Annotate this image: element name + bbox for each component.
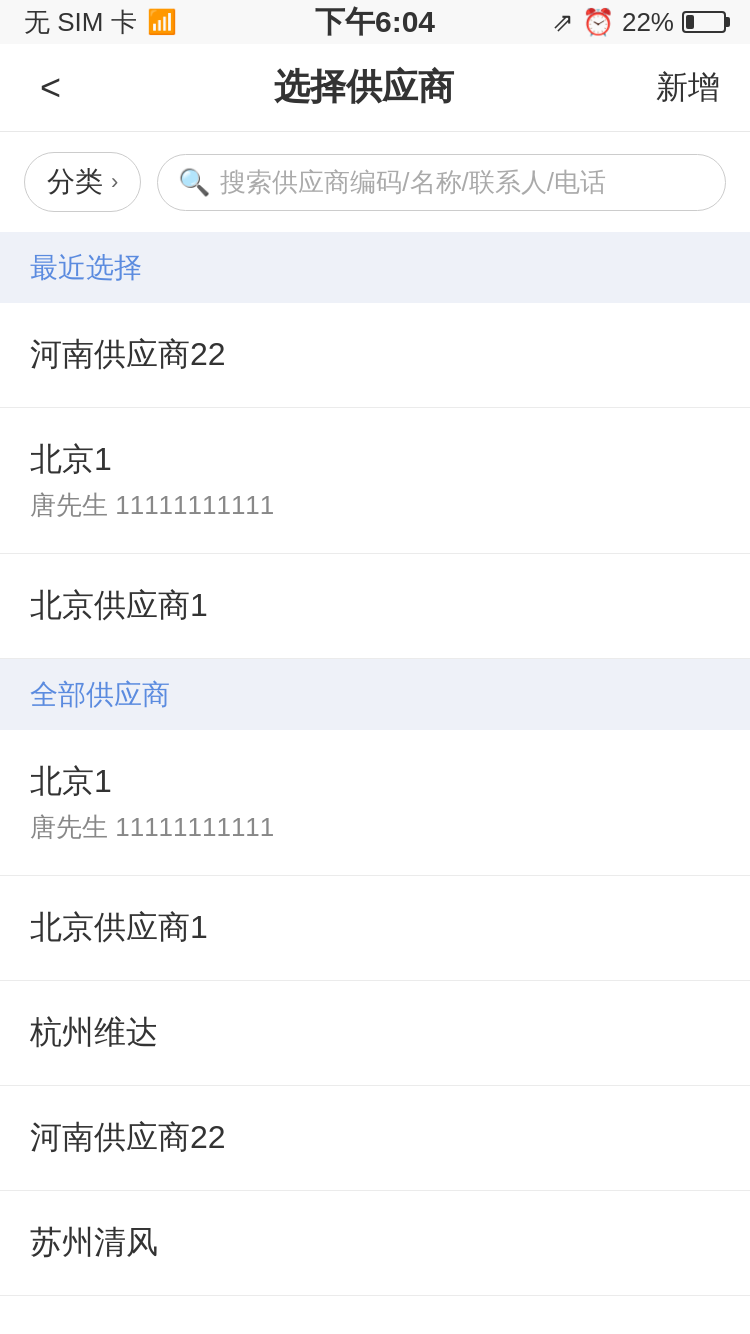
- battery-icon: [682, 11, 726, 33]
- status-left: 无 SIM 卡 📶: [24, 5, 177, 40]
- all-section-label: 全部供应商: [30, 679, 170, 710]
- all-list-item[interactable]: 河南供应商22: [0, 1086, 750, 1191]
- item-name: 北京供应商1: [30, 906, 720, 950]
- recent-list: 河南供应商22 北京1 唐先生 11111111111 北京供应商1: [0, 303, 750, 659]
- carrier-text: 无 SIM 卡: [24, 5, 137, 40]
- item-name: 河南供应商22: [30, 1116, 720, 1160]
- nav-bar: < 选择供应商 新增: [0, 44, 750, 132]
- status-right: ⇗ ⏰ 22%: [552, 7, 726, 38]
- page-title: 选择供应商: [274, 63, 454, 112]
- all-list-item[interactable]: 苏州清风: [0, 1191, 750, 1296]
- search-input-box[interactable]: 🔍 搜索供应商编码/名称/联系人/电话: [157, 154, 726, 211]
- recent-list-item[interactable]: 北京供应商1: [0, 554, 750, 659]
- recent-list-item[interactable]: 北京1 唐先生 11111111111: [0, 408, 750, 554]
- item-name: 北京1: [30, 438, 720, 482]
- all-list: 北京1 唐先生 11111111111 北京供应商1 杭州维达河南供应商22 苏州清风: [0, 730, 750, 1296]
- recent-section-label: 最近选择: [30, 252, 142, 283]
- battery-percent: 22%: [622, 7, 674, 38]
- add-button[interactable]: 新增: [656, 66, 720, 110]
- location-icon: ⇗: [552, 7, 574, 38]
- search-bar: 分类 › 🔍 搜索供应商编码/名称/联系人/电话: [0, 132, 750, 232]
- item-sub: 唐先生 11111111111: [30, 810, 720, 845]
- status-time: 下午6:04: [315, 2, 435, 43]
- all-list-item[interactable]: 北京供应商1: [0, 876, 750, 981]
- back-button[interactable]: <: [30, 57, 71, 119]
- search-placeholder: 搜索供应商编码/名称/联系人/电话: [220, 165, 606, 200]
- item-name: 北京1: [30, 760, 720, 804]
- battery-fill: [686, 15, 694, 29]
- search-icon: 🔍: [178, 167, 210, 198]
- item-name: 杭州维达: [30, 1011, 720, 1055]
- all-list-item[interactable]: 北京1 唐先生 11111111111: [0, 730, 750, 876]
- item-sub: 唐先生 11111111111: [30, 488, 720, 523]
- category-label: 分类: [47, 163, 103, 201]
- alarm-icon: ⏰: [582, 7, 614, 38]
- all-section-header: 全部供应商: [0, 659, 750, 730]
- recent-list-item[interactable]: 河南供应商22: [0, 303, 750, 408]
- item-name: 苏州清风: [30, 1221, 720, 1265]
- item-name: 北京供应商1: [30, 584, 720, 628]
- category-button[interactable]: 分类 ›: [24, 152, 141, 212]
- wifi-icon: 📶: [147, 8, 177, 36]
- recent-section-header: 最近选择: [0, 232, 750, 303]
- item-name: 河南供应商22: [30, 333, 720, 377]
- all-list-item[interactable]: 杭州维达: [0, 981, 750, 1086]
- status-bar: 无 SIM 卡 📶 下午6:04 ⇗ ⏰ 22%: [0, 0, 750, 44]
- chevron-right-icon: ›: [111, 169, 118, 195]
